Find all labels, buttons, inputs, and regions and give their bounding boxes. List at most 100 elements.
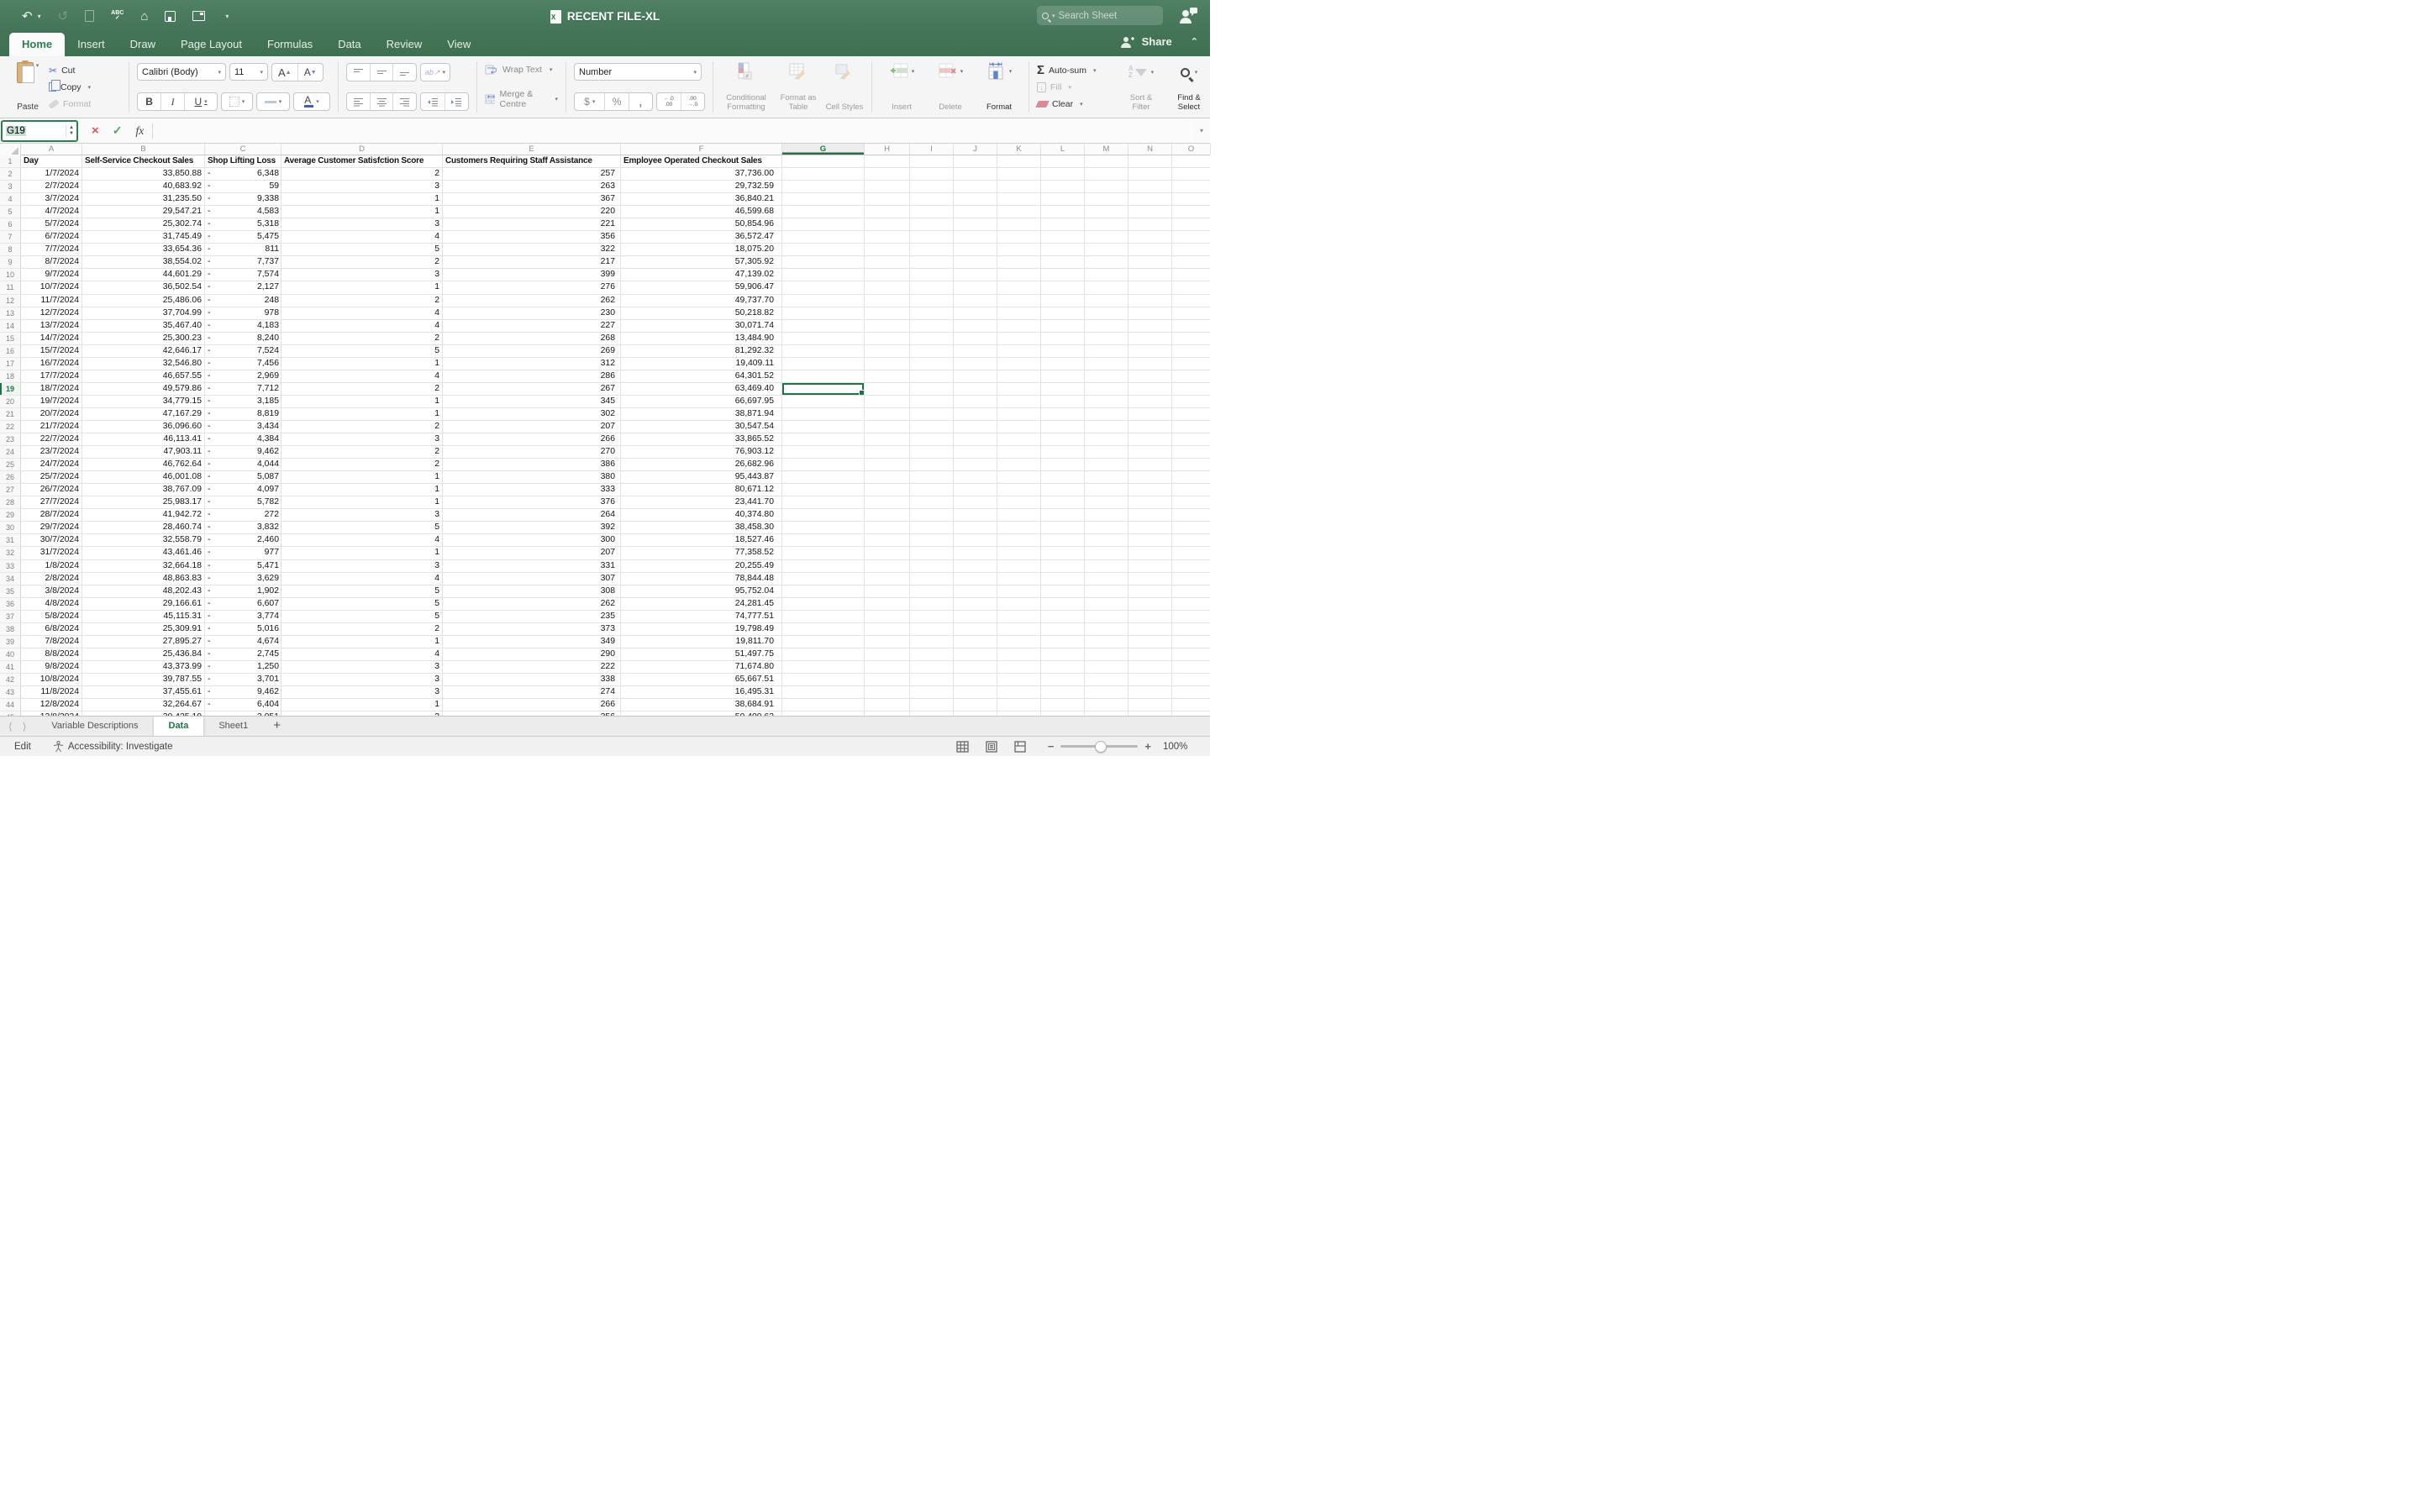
cell-L14[interactable] [1041,319,1085,333]
cell-E17[interactable]: 312 [443,357,621,370]
format-cells-button[interactable]: ▾ Format [977,60,1021,113]
cell-K11[interactable] [997,281,1041,295]
cell-E1[interactable]: Customers Requiring Staff Assistance [443,155,621,169]
cell-N14[interactable] [1128,319,1172,333]
cell-L39[interactable] [1041,635,1085,648]
cell-A42[interactable]: 10/8/2024 [21,673,82,686]
cell-A1[interactable]: Day [21,155,82,169]
cell-L8[interactable] [1041,244,1085,257]
cell-O13[interactable] [1172,307,1210,320]
row-header-2[interactable]: 2 [0,168,21,181]
cell-H19[interactable] [865,382,910,396]
cell-G13[interactable] [782,307,865,320]
cell-E4[interactable]: 367 [443,193,621,207]
cell-M3[interactable] [1085,181,1128,194]
cell-N36[interactable] [1128,597,1172,611]
cell-G33[interactable] [782,559,865,573]
cell-D7[interactable]: 4 [281,231,443,244]
cell-J12[interactable] [954,294,997,307]
cell-J9[interactable] [954,256,997,270]
cell-O3[interactable] [1172,181,1210,194]
cell-A23[interactable]: 22/7/2024 [21,433,82,447]
cell-J10[interactable] [954,269,997,282]
cell-K22[interactable] [997,420,1041,434]
tab-insert[interactable]: Insert [65,33,118,56]
cell-B5[interactable]: 29,547.21 [82,206,205,219]
cell-E36[interactable]: 262 [443,597,621,611]
search-box[interactable]: ▾ [1037,6,1163,25]
name-box-stepper[interactable]: ▲ ▼ [66,124,76,137]
copy-button[interactable]: Copy ▾ [49,79,121,95]
row-header-9[interactable]: 9 [0,256,21,270]
cell-L4[interactable] [1041,193,1085,207]
cell-A19[interactable]: 18/7/2024 [21,382,82,396]
cell-O6[interactable] [1172,218,1210,232]
cell-G2[interactable] [782,168,865,181]
cell-N22[interactable] [1128,420,1172,434]
cell-H34[interactable] [865,572,910,585]
cell-M23[interactable] [1085,433,1128,447]
cell-N30[interactable] [1128,522,1172,535]
cell-H33[interactable] [865,559,910,573]
sheet-tab-variable-descriptions[interactable]: Variable Descriptions [36,717,153,736]
cell-B9[interactable]: 38,554.02 [82,256,205,270]
cell-E41[interactable]: 222 [443,660,621,674]
cell-C16[interactable]: -7,524 [205,344,281,358]
cell-A15[interactable]: 14/7/2024 [21,332,82,345]
cell-E32[interactable]: 207 [443,547,621,560]
cell-G37[interactable] [782,610,865,623]
cell-J18[interactable] [954,370,997,383]
align-left-icon[interactable] [347,93,371,110]
cell-B42[interactable]: 39,787.55 [82,673,205,686]
cell-I35[interactable] [910,585,954,598]
cell-J33[interactable] [954,559,997,573]
cell-O43[interactable] [1172,686,1210,700]
cell-D12[interactable]: 2 [281,294,443,307]
cell-O23[interactable] [1172,433,1210,447]
cell-K35[interactable] [997,585,1041,598]
cell-D15[interactable]: 2 [281,332,443,345]
cell-L12[interactable] [1041,294,1085,307]
cell-O31[interactable] [1172,534,1210,548]
cell-M27[interactable] [1085,484,1128,497]
row-header-26[interactable]: 26 [0,471,21,485]
row-header-35[interactable]: 35 [0,585,21,598]
cell-F9[interactable]: 57,305.92 [621,256,782,270]
cell-J43[interactable] [954,685,997,700]
cell-M17[interactable] [1085,357,1128,370]
cell-J39[interactable] [954,635,997,648]
cell-G30[interactable] [782,522,865,535]
cell-C30[interactable]: -3,832 [205,522,281,535]
cell-C14[interactable]: -4,183 [205,319,281,333]
row-header-44[interactable]: 44 [0,699,21,712]
row-header-36[interactable]: 36 [0,597,21,611]
cell-E33[interactable]: 331 [443,559,621,573]
cell-N27[interactable] [1128,484,1172,497]
currency-format-button[interactable]: $ ▾ [575,93,606,110]
cell-A24[interactable]: 23/7/2024 [21,446,82,459]
cell-H35[interactable] [865,585,910,598]
cell-A4[interactable]: 3/7/2024 [21,193,82,207]
cell-F23[interactable]: 33,865.52 [621,433,782,447]
cell-L24[interactable] [1041,446,1085,459]
cell-K39[interactable] [997,635,1041,648]
zoom-slider-thumb[interactable] [1095,740,1107,753]
cell-D9[interactable]: 2 [281,256,443,270]
contacts-icon[interactable] [1178,7,1198,28]
cell-O39[interactable] [1172,636,1210,648]
cell-L38[interactable] [1041,622,1085,636]
cell-J38[interactable] [954,622,997,636]
cell-F28[interactable]: 23,441.70 [621,496,782,510]
cell-J24[interactable] [954,446,997,459]
cell-H13[interactable] [865,307,910,320]
cell-N38[interactable] [1128,622,1172,636]
cell-A28[interactable]: 27/7/2024 [21,496,82,510]
cell-I4[interactable] [910,193,954,207]
italic-button[interactable]: I [161,93,186,110]
cell-K13[interactable] [997,307,1041,320]
cell-O16[interactable] [1172,345,1210,358]
cell-G40[interactable] [782,648,865,661]
cell-I24[interactable] [910,446,954,459]
cell-L16[interactable] [1041,344,1085,358]
tab-view[interactable]: View [434,33,483,56]
